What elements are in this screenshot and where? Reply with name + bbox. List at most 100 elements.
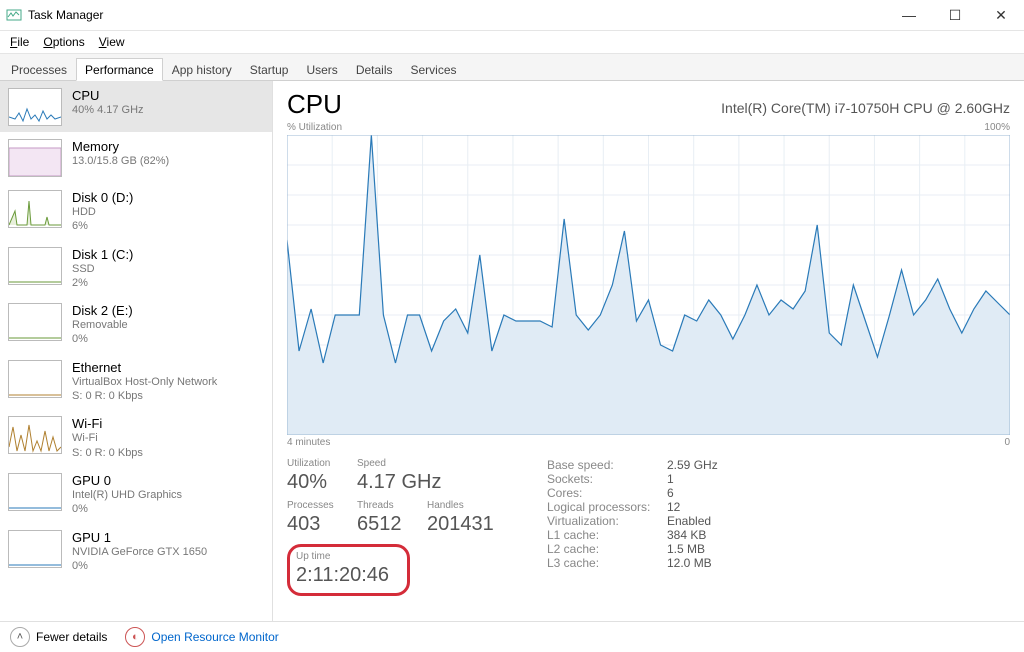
disk2-thumbnail-chart xyxy=(8,303,62,341)
speed-label: Speed xyxy=(357,458,467,469)
l3-key: L3 cache: xyxy=(547,556,667,570)
threads-value: 6512 xyxy=(357,513,427,536)
disk0-thumbnail-chart xyxy=(8,190,62,228)
sidebar-item-sub: 40% 4.17 GHz xyxy=(72,103,144,117)
sidebar-item-title: GPU 0 xyxy=(72,473,182,488)
sidebar-item-sub: HDD xyxy=(72,205,133,219)
tab-strip: ProcessesPerformanceApp historyStartupUs… xyxy=(0,54,1024,81)
panel-title: CPU xyxy=(287,89,342,120)
base-speed-key: Base speed: xyxy=(547,458,667,472)
sidebar-item-sub: Removable xyxy=(72,318,133,332)
sidebar-item-memory[interactable]: Memory13.0/15.8 GB (82%) xyxy=(0,132,272,183)
l2-val: 1.5 MB xyxy=(667,542,705,556)
sidebar-item-gpu1[interactable]: GPU 1NVIDIA GeForce GTX 16500% xyxy=(0,523,272,580)
sidebar-item-sub: 2% xyxy=(72,276,133,290)
tab-performance[interactable]: Performance xyxy=(76,58,163,81)
window-title: Task Manager xyxy=(28,8,103,22)
sidebar-item-sub: VirtualBox Host-Only Network xyxy=(72,375,217,389)
l3-val: 12.0 MB xyxy=(667,556,712,570)
sidebar-item-disk2[interactable]: Disk 2 (E:)Removable0% xyxy=(0,296,272,353)
menu-view[interactable]: View xyxy=(93,33,131,51)
memory-thumbnail-chart xyxy=(8,139,62,177)
l2-key: L2 cache: xyxy=(547,542,667,556)
sidebar-item-gpu0[interactable]: GPU 0Intel(R) UHD Graphics0% xyxy=(0,466,272,523)
cores-val: 6 xyxy=(667,486,674,500)
tab-details[interactable]: Details xyxy=(347,58,402,80)
processes-label: Processes xyxy=(287,500,357,511)
sidebar-item-title: Disk 2 (E:) xyxy=(72,303,133,318)
l1-val: 384 KB xyxy=(667,528,706,542)
gpu0-thumbnail-chart xyxy=(8,473,62,511)
gpu1-thumbnail-chart xyxy=(8,530,62,568)
sidebar-item-wifi[interactable]: Wi-FiWi-FiS: 0 R: 0 Kbps xyxy=(0,409,272,466)
cpu-thumbnail-chart xyxy=(8,88,62,126)
base-speed-val: 2.59 GHz xyxy=(667,458,718,472)
open-resmon-label: Open Resource Monitor xyxy=(151,630,278,644)
disk1-thumbnail-chart xyxy=(8,247,62,285)
cpu-model: Intel(R) Core(TM) i7-10750H CPU @ 2.60GH… xyxy=(721,100,1010,116)
sidebar-item-disk0[interactable]: Disk 0 (D:)HDD6% xyxy=(0,183,272,240)
sidebar-item-title: Disk 1 (C:) xyxy=(72,247,133,262)
resmon-icon: ◐ xyxy=(125,627,145,647)
handles-label: Handles xyxy=(427,500,507,511)
virt-val: Enabled xyxy=(667,514,711,528)
menu-options[interactable]: Options xyxy=(37,33,90,51)
sidebar-item-sub: NVIDIA GeForce GTX 1650 xyxy=(72,545,207,559)
tab-startup[interactable]: Startup xyxy=(241,58,298,80)
cpu-specs: Base speed:2.59 GHz Sockets:1 Cores:6 Lo… xyxy=(547,458,718,596)
tab-users[interactable]: Users xyxy=(297,58,346,80)
chart-label-bottom-right: 0 xyxy=(1004,437,1010,448)
sidebar-item-title: Disk 0 (D:) xyxy=(72,190,133,205)
fewer-details-label: Fewer details xyxy=(36,630,107,644)
lprocs-val: 12 xyxy=(667,500,680,514)
sidebar-item-title: GPU 1 xyxy=(72,530,207,545)
tab-services[interactable]: Services xyxy=(402,58,466,80)
speed-value: 4.17 GHz xyxy=(357,471,467,494)
maximize-button[interactable]: ☐ xyxy=(932,0,978,30)
sidebar-item-title: Ethernet xyxy=(72,360,217,375)
chart-label-bottom-left: 4 minutes xyxy=(287,437,330,448)
title-bar: Task Manager — ☐ ✕ xyxy=(0,0,1024,31)
threads-label: Threads xyxy=(357,500,427,511)
sidebar-item-sub: 6% xyxy=(72,219,133,233)
sidebar-item-sub: 0% xyxy=(72,332,133,346)
utilization-value: 40% xyxy=(287,471,357,494)
bottom-bar: ˄ Fewer details ◐ Open Resource Monitor xyxy=(0,621,1024,652)
uptime-value: 2:11:20:46 xyxy=(296,564,389,587)
open-resource-monitor-link[interactable]: ◐ Open Resource Monitor xyxy=(125,627,278,647)
sidebar-item-disk1[interactable]: Disk 1 (C:)SSD2% xyxy=(0,240,272,297)
sidebar-item-sub: 13.0/15.8 GB (82%) xyxy=(72,154,169,168)
uptime-highlight: Up time 2:11:20:46 xyxy=(287,544,410,596)
menu-bar: File Options View xyxy=(0,31,1024,54)
sidebar-item-title: CPU xyxy=(72,88,144,103)
chart-label-top-left: % Utilization xyxy=(287,122,342,133)
tab-processes[interactable]: Processes xyxy=(2,58,76,80)
lprocs-key: Logical processors: xyxy=(547,500,667,514)
minimize-button[interactable]: — xyxy=(886,0,932,30)
performance-sidebar: CPU40% 4.17 GHzMemory13.0/15.8 GB (82%)D… xyxy=(0,81,273,621)
uptime-label: Up time xyxy=(296,551,389,562)
sidebar-item-cpu[interactable]: CPU40% 4.17 GHz xyxy=(0,81,272,132)
sidebar-item-title: Memory xyxy=(72,139,169,154)
sidebar-item-sub: Intel(R) UHD Graphics xyxy=(72,488,182,502)
sidebar-item-title: Wi-Fi xyxy=(72,416,143,431)
utilization-label: Utilization xyxy=(287,458,357,469)
sidebar-item-ethernet[interactable]: EthernetVirtualBox Host-Only NetworkS: 0… xyxy=(0,353,272,410)
menu-file[interactable]: File xyxy=(4,33,35,51)
sockets-val: 1 xyxy=(667,472,674,486)
virt-key: Virtualization: xyxy=(547,514,667,528)
processes-value: 403 xyxy=(287,513,357,536)
sidebar-item-sub: S: 0 R: 0 Kbps xyxy=(72,389,217,403)
chevron-up-icon: ˄ xyxy=(10,627,30,647)
sidebar-item-sub: S: 0 R: 0 Kbps xyxy=(72,446,143,460)
sidebar-item-sub: 0% xyxy=(72,502,182,516)
tab-app-history[interactable]: App history xyxy=(163,58,241,80)
sidebar-item-sub: SSD xyxy=(72,262,133,276)
sockets-key: Sockets: xyxy=(547,472,667,486)
sidebar-item-sub: 0% xyxy=(72,559,207,573)
sidebar-item-sub: Wi-Fi xyxy=(72,431,143,445)
fewer-details-button[interactable]: ˄ Fewer details xyxy=(10,627,107,647)
close-button[interactable]: ✕ xyxy=(978,0,1024,30)
cores-key: Cores: xyxy=(547,486,667,500)
handles-value: 201431 xyxy=(427,513,507,536)
